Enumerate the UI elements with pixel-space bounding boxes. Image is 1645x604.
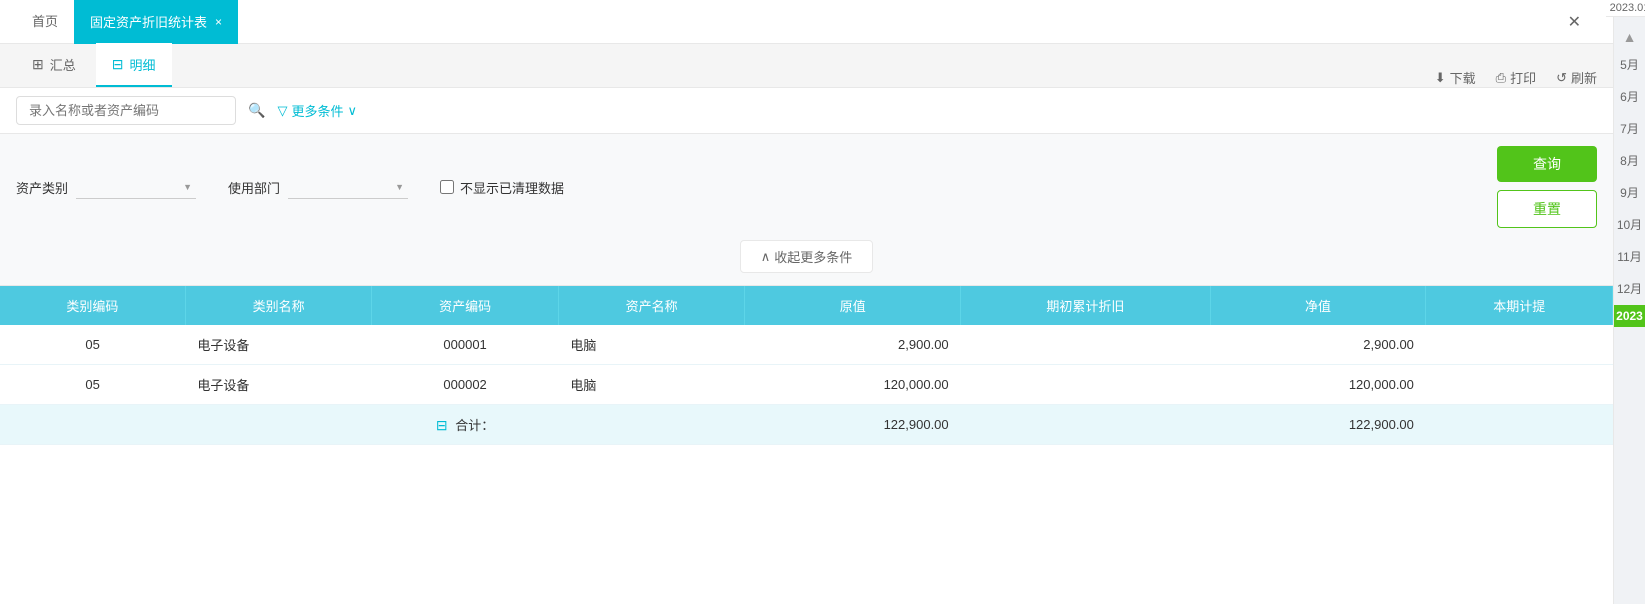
- tab-summary-label: 汇总: [50, 55, 76, 74]
- refresh-icon: ↺: [1556, 70, 1567, 86]
- sidebar-month-8[interactable]: 8月: [1614, 145, 1645, 177]
- download-button[interactable]: ⬇ 下载: [1435, 68, 1476, 87]
- table-row: 05 电子设备 000002 电脑 120,000.00 120,000.00: [0, 365, 1613, 405]
- search-icon[interactable]: 🔍: [248, 102, 265, 119]
- subtotal-icon: ⊟: [436, 417, 448, 433]
- filter-panel: 资产类别 使用部门 不显示已清理数据: [0, 134, 1613, 286]
- row1-asset-name: 电脑: [558, 325, 745, 365]
- print-icon: ⎙: [1496, 70, 1506, 86]
- row2-original-value: 120,000.00: [745, 365, 961, 405]
- download-label: 下载: [1450, 68, 1476, 87]
- download-icon: ⬇: [1435, 70, 1446, 86]
- filter-icon: ▽: [277, 103, 287, 119]
- row1-original-value: 2,900.00: [745, 325, 961, 365]
- chevron-down-icon: ∨: [347, 103, 357, 119]
- tab-summary[interactable]: ⊞ 汇总: [16, 43, 92, 87]
- use-dept-select-wrap: [288, 175, 408, 199]
- subtotal-original-value: 122,900.00: [745, 405, 961, 445]
- use-dept-field: 使用部门: [228, 175, 408, 199]
- col-current-depreciation: 本期计提: [1426, 286, 1613, 325]
- summary-icon: ⊞: [32, 56, 44, 73]
- subtotal-net-value: 122,900.00: [1210, 405, 1426, 445]
- filter-action-buttons: 查询 重置: [1497, 146, 1597, 228]
- row2-asset-name: 电脑: [558, 365, 745, 405]
- print-label: 打印: [1510, 68, 1536, 87]
- refresh-button[interactable]: ↺ 刷新: [1556, 68, 1597, 87]
- window-close-button[interactable]: ✕: [1552, 12, 1597, 32]
- asset-category-select-wrap: [76, 175, 196, 199]
- tab-label: 固定资产折旧统计表: [90, 12, 207, 31]
- home-nav[interactable]: 首页: [16, 0, 74, 44]
- filter-row: 资产类别 使用部门 不显示已清理数据: [16, 146, 1597, 228]
- subtotal-label-cell: ⊟ 合计：: [185, 405, 745, 445]
- subtotal-label: 合计：: [455, 418, 494, 433]
- active-tab[interactable]: 固定资产折旧统计表 ×: [74, 0, 238, 44]
- toolbar-actions: ⬇ 下载 ⎙ 打印 ↺ 刷新: [1435, 68, 1597, 87]
- detail-icon: ⊟: [112, 56, 124, 73]
- sidebar-month-9[interactable]: 9月: [1614, 177, 1645, 209]
- col-asset-code: 资产编码: [372, 286, 559, 325]
- chevron-up-icon: ∧: [761, 249, 771, 265]
- subtotal-empty-1: [0, 405, 185, 445]
- row2-asset-code: 000002: [372, 365, 559, 405]
- search-bar: 🔍 ▽ 更多条件 ∨: [0, 88, 1613, 134]
- subtotal-accumulated-depreciation: [961, 405, 1211, 445]
- collapse-button[interactable]: ∧ 收起更多条件: [740, 240, 874, 273]
- filter-label: 更多条件: [291, 101, 343, 120]
- tab-detail-label: 明细: [129, 55, 155, 74]
- use-dept-label: 使用部门: [228, 178, 280, 197]
- asset-category-label: 资产类别: [16, 178, 68, 197]
- asset-category-field: 资产类别: [16, 175, 196, 199]
- row1-category-code: 05: [0, 325, 185, 365]
- row2-category-name: 电子设备: [185, 365, 372, 405]
- table-header-row: 类别编码 类别名称 资产编码 资产名称 原值 期初累计折旧 净值 本期计提: [0, 286, 1613, 325]
- no-cleared-group: 不显示已清理数据: [440, 178, 564, 197]
- data-table: 类别编码 类别名称 资产编码 资产名称 原值 期初累计折旧 净值 本期计提 05…: [0, 286, 1613, 445]
- col-accumulated-depreciation: 期初累计折旧: [961, 286, 1211, 325]
- col-original-value: 原值: [745, 286, 961, 325]
- row1-category-name: 电子设备: [185, 325, 372, 365]
- more-filters-button[interactable]: ▽ 更多条件 ∨: [277, 101, 357, 120]
- table-row: 05 电子设备 000001 电脑 2,900.00 2,900.00: [0, 325, 1613, 365]
- collapse-label: 收起更多条件: [774, 247, 852, 266]
- sidebar-month-6[interactable]: 6月: [1614, 81, 1645, 113]
- col-asset-name: 资产名称: [558, 286, 745, 325]
- row2-net-value: 120,000.00: [1210, 365, 1426, 405]
- row2-category-code: 05: [0, 365, 185, 405]
- use-dept-select[interactable]: [288, 175, 408, 199]
- search-input[interactable]: [16, 96, 236, 125]
- sidebar-date: 2023.01: [1606, 0, 1645, 17]
- sidebar-month-7[interactable]: 7月: [1614, 113, 1645, 145]
- tab-bar: ⊞ 汇总 ⊟ 明细 ⬇ 下载 ⎙ 打印 ↺ 刷新: [0, 44, 1613, 88]
- col-category-code: 类别编码: [0, 286, 185, 325]
- sidebar-up-arrow[interactable]: ▲: [1618, 25, 1642, 49]
- row2-current-depreciation: [1426, 365, 1613, 405]
- tab-close-icon[interactable]: ×: [215, 15, 222, 29]
- sidebar-month-10[interactable]: 10月: [1614, 209, 1645, 241]
- no-cleared-label: 不显示已清理数据: [460, 178, 564, 197]
- col-net-value: 净值: [1210, 286, 1426, 325]
- row2-accumulated-depreciation: [961, 365, 1211, 405]
- no-cleared-checkbox[interactable]: [440, 180, 454, 194]
- sidebar-month-11[interactable]: 11月: [1614, 241, 1645, 273]
- row1-current-depreciation: [1426, 325, 1613, 365]
- sidebar-month-12[interactable]: 12月: [1614, 273, 1645, 305]
- row1-net-value: 2,900.00: [1210, 325, 1426, 365]
- row1-asset-code: 000001: [372, 325, 559, 365]
- right-sidebar: 2023.01 ▲ 5月 6月 7月 8月 9月 10月 11月 12月 202…: [1613, 0, 1645, 604]
- tab-detail[interactable]: ⊟ 明细: [96, 43, 172, 87]
- row1-accumulated-depreciation: [961, 325, 1211, 365]
- refresh-label: 刷新: [1571, 68, 1597, 87]
- subtotal-row: ⊟ 合计： 122,900.00 122,900.00: [0, 405, 1613, 445]
- reset-button[interactable]: 重置: [1497, 190, 1597, 228]
- data-table-wrap: 类别编码 类别名称 资产编码 资产名称 原值 期初累计折旧 净值 本期计提 05…: [0, 286, 1613, 604]
- collapse-row: ∧ 收起更多条件: [16, 240, 1597, 273]
- sidebar-month-5[interactable]: 5月: [1614, 49, 1645, 81]
- asset-category-select[interactable]: [76, 175, 196, 199]
- sidebar-year: 2023: [1614, 305, 1645, 327]
- col-category-name: 类别名称: [185, 286, 372, 325]
- query-button[interactable]: 查询: [1497, 146, 1597, 182]
- subtotal-current-depreciation: [1426, 405, 1613, 445]
- print-button[interactable]: ⎙ 打印: [1496, 68, 1536, 87]
